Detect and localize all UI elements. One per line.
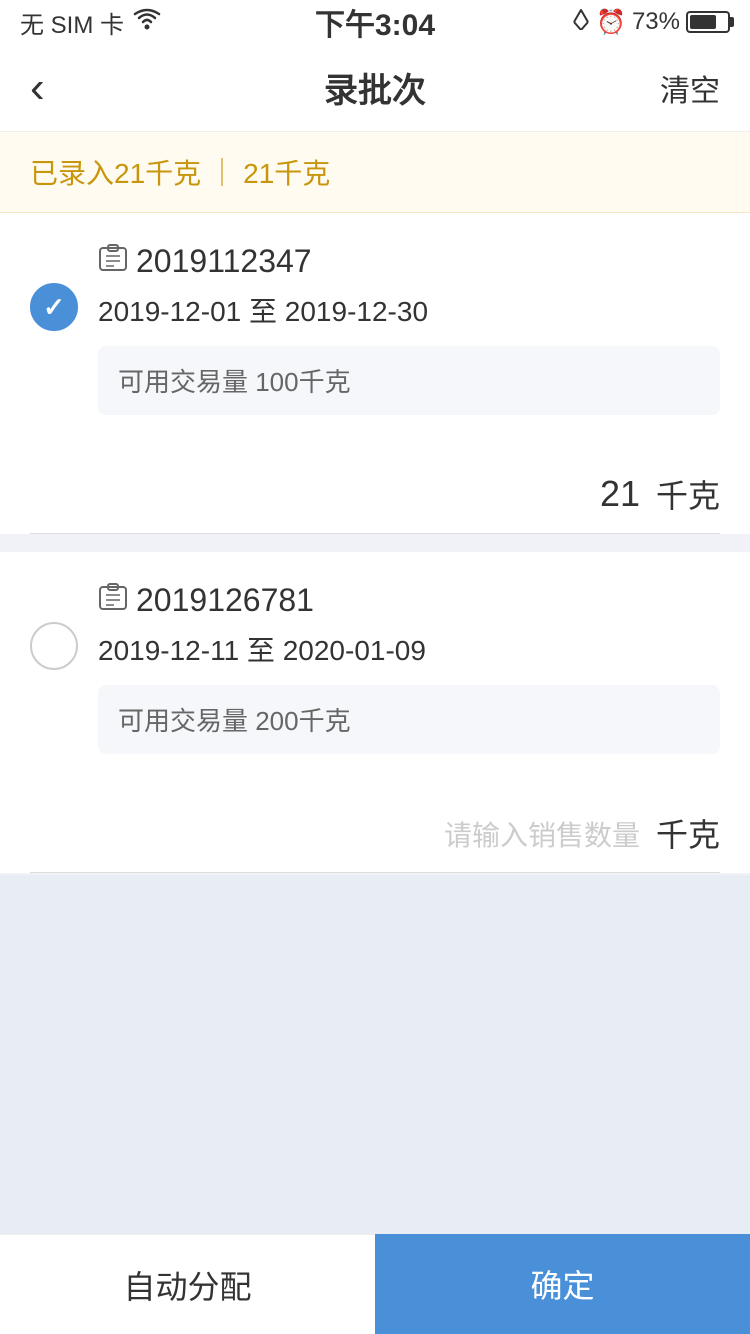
- batch-id-1: 2019112347: [136, 243, 312, 280]
- bottom-bar: 自动分配 确定: [0, 1234, 750, 1334]
- batch-id-2: 2019126781: [136, 582, 314, 619]
- batch-card-1: 2019112347 2019-12-01 至 2019-12-30 可用交易量…: [0, 213, 750, 534]
- total-text: 21千克: [243, 152, 330, 192]
- recorded-text: 已录入21千克: [30, 152, 201, 192]
- wifi-icon: [132, 8, 162, 37]
- alarm-icon: ⏰: [596, 8, 626, 37]
- quantity-input-2[interactable]: [440, 812, 640, 854]
- batch-id-row-2: 2019126781: [98, 582, 720, 619]
- back-button[interactable]: ‹: [30, 63, 90, 113]
- battery-icon: [686, 11, 730, 33]
- batch-content-1: 2019112347 2019-12-01 至 2019-12-30 可用交易量…: [98, 243, 720, 435]
- unit-2: 千克: [656, 810, 720, 856]
- quantity-row-2: 千克: [0, 794, 750, 872]
- location-icon: [572, 8, 590, 37]
- status-time: 下午3:04: [315, 0, 435, 44]
- batch-available-1: 可用交易量 100千克: [98, 346, 720, 415]
- content-area: 2019112347 2019-12-01 至 2019-12-30 可用交易量…: [0, 213, 750, 1334]
- batch-card-inner-1: 2019112347 2019-12-01 至 2019-12-30 可用交易量…: [0, 213, 750, 455]
- batch-card-inner-2: 2019126781 2019-12-11 至 2020-01-09 可用交易量…: [0, 552, 750, 794]
- auto-distribute-button[interactable]: 自动分配: [0, 1234, 375, 1334]
- page-title: 录批次: [324, 63, 426, 112]
- batch-icon-1: [98, 244, 128, 279]
- batch-item-1: 2019112347 2019-12-01 至 2019-12-30 可用交易量…: [30, 243, 720, 435]
- quantity-row-1: 千克: [0, 455, 750, 533]
- status-bar: 无 SIM 卡 下午3:04 ⏰ 73%: [0, 0, 750, 44]
- batch-radio-2[interactable]: [30, 622, 78, 670]
- unit-1: 千克: [656, 471, 720, 517]
- batch-content-2: 2019126781 2019-12-11 至 2020-01-09 可用交易量…: [98, 582, 720, 774]
- clear-button[interactable]: 清空: [660, 66, 720, 110]
- status-banner: 已录入21千克 21千克: [0, 132, 750, 213]
- batch-item-2: 2019126781 2019-12-11 至 2020-01-09 可用交易量…: [30, 582, 720, 774]
- batch-date-1: 2019-12-01 至 2019-12-30: [98, 290, 720, 330]
- status-left: 无 SIM 卡: [20, 5, 162, 40]
- batch-card-2: 2019126781 2019-12-11 至 2020-01-09 可用交易量…: [0, 552, 750, 873]
- carrier-text: 无 SIM 卡: [20, 5, 124, 40]
- batch-id-row-1: 2019112347: [98, 243, 720, 280]
- section-divider: [0, 536, 750, 552]
- batch-icon-2: [98, 583, 128, 618]
- confirm-button[interactable]: 确定: [375, 1234, 750, 1334]
- banner-divider: [221, 158, 223, 186]
- nav-bar: ‹ 录批次 清空: [0, 44, 750, 132]
- battery-percent: 73%: [632, 8, 680, 36]
- underline-1: [30, 533, 720, 534]
- status-right: ⏰ 73%: [572, 8, 730, 37]
- quantity-input-1[interactable]: [440, 473, 640, 515]
- batch-date-2: 2019-12-11 至 2020-01-09: [98, 629, 720, 669]
- underline-2: [30, 872, 720, 873]
- batch-radio-1[interactable]: [30, 283, 78, 331]
- batch-available-2: 可用交易量 200千克: [98, 685, 720, 754]
